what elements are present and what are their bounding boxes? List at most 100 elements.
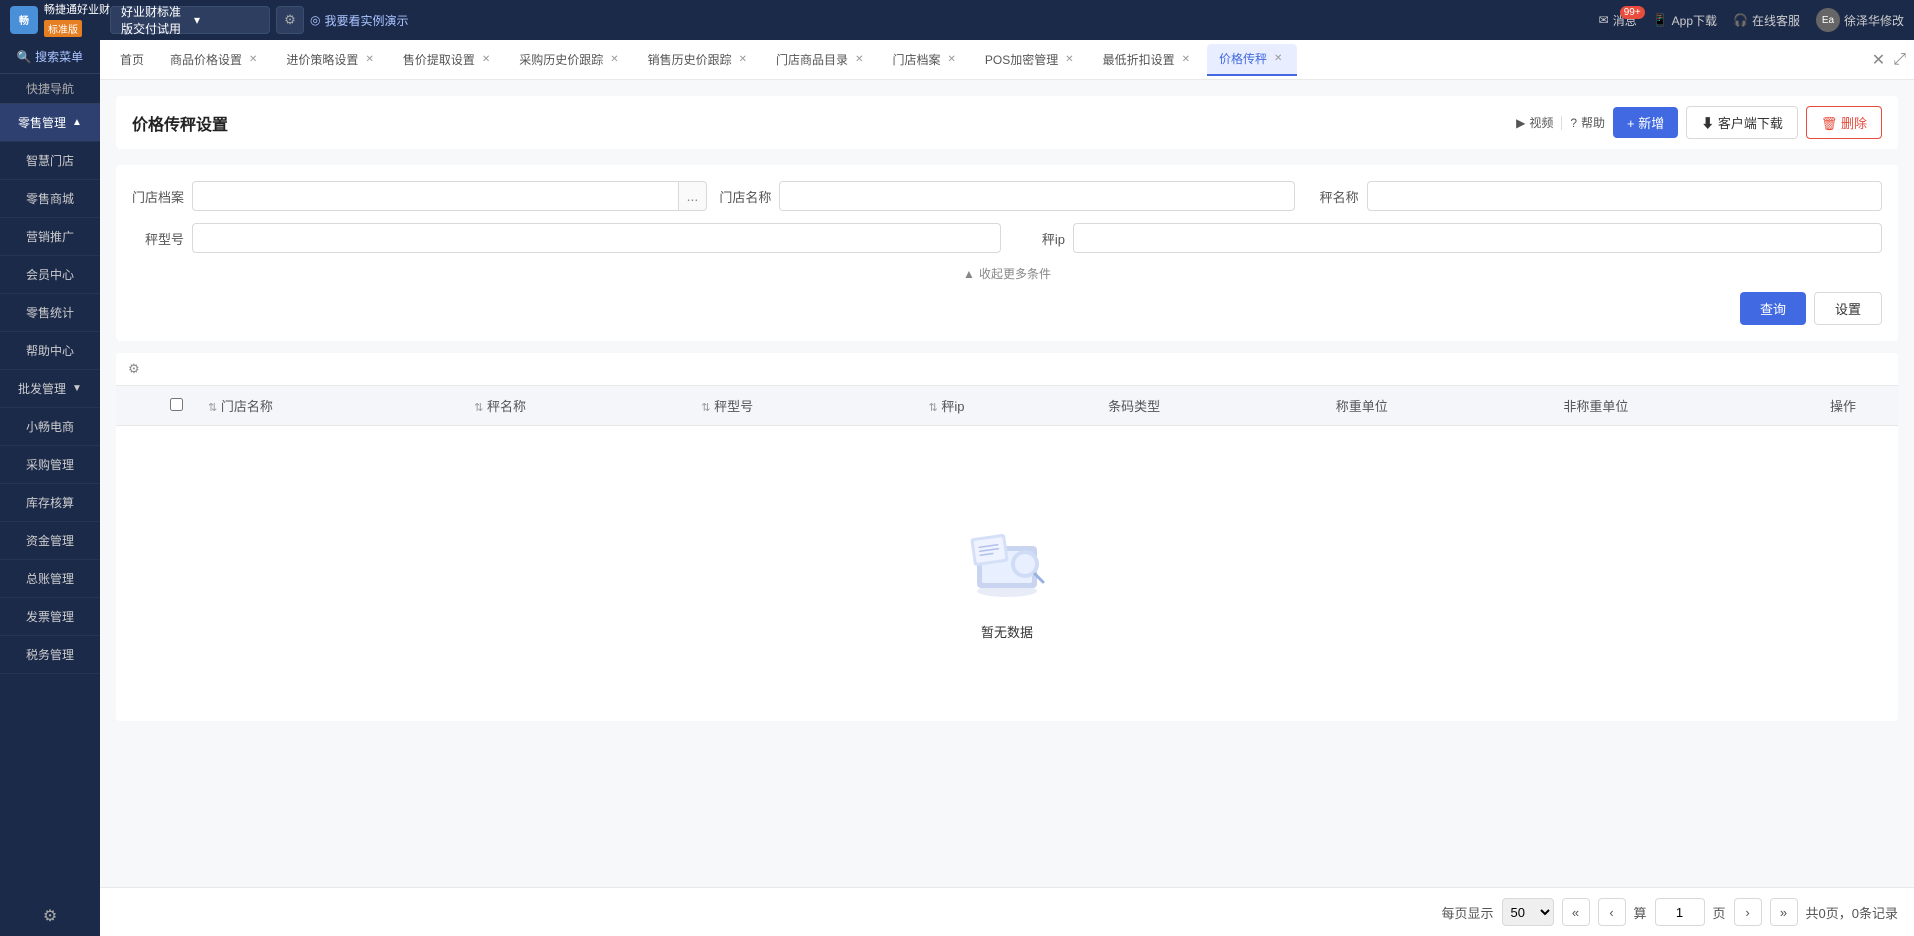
col-non-weight-unit: 非称重单位 bbox=[1551, 386, 1818, 426]
tab-pos-encrypt[interactable]: POS加密管理 ✕ bbox=[973, 44, 1089, 76]
tab-store-profile[interactable]: 门店档案 ✕ bbox=[880, 44, 970, 76]
sidebar-item-retail[interactable]: 零售管理 ▲ bbox=[0, 104, 100, 142]
tab-store-catalog[interactable]: 门店商品目录 ✕ bbox=[764, 44, 878, 76]
add-button[interactable]: + 新增 bbox=[1613, 107, 1678, 138]
tab-purchase-history[interactable]: 采购历史价跟踪 ✕ bbox=[507, 44, 633, 76]
sidebar-item-finance[interactable]: 资金管理 bbox=[0, 522, 100, 560]
tab-close-min-discount[interactable]: ✕ bbox=[1179, 53, 1193, 66]
tab-close-goods-price[interactable]: ✕ bbox=[246, 53, 260, 66]
tab-close-pos-encrypt[interactable]: ✕ bbox=[1062, 53, 1076, 66]
scale-ip-input[interactable] bbox=[1073, 223, 1882, 253]
sidebar-item-invoice[interactable]: 发票管理 bbox=[0, 598, 100, 636]
col-weight-unit-label: 称重单位 bbox=[1336, 399, 1388, 414]
sidebar-item-wholesale-label: 批发管理 bbox=[18, 380, 66, 397]
expand-tab-button[interactable]: ⤢ bbox=[1893, 51, 1906, 69]
help-link[interactable]: ? 帮助 bbox=[1570, 114, 1605, 131]
sidebar-item-inventory-label: 库存核算 bbox=[26, 494, 74, 511]
sidebar-item-retail-mall[interactable]: 零售商城 bbox=[0, 180, 100, 218]
sort-icon-ip[interactable]: ⇅ bbox=[928, 402, 937, 414]
sidebar-item-wholesale[interactable]: 批发管理 ▼ bbox=[0, 370, 100, 408]
online-service-button[interactable]: 🎧 在线客服 bbox=[1733, 12, 1800, 29]
demo-link[interactable]: ◎ 我要看实例演示 bbox=[310, 12, 409, 29]
col-scale-ip-label: 秤ip bbox=[941, 399, 964, 414]
download-button[interactable]: ⬇ 客户端下载 bbox=[1686, 106, 1798, 139]
col-barcode-type: 条码类型 bbox=[1096, 386, 1324, 426]
col-settings bbox=[116, 386, 156, 426]
sidebar-item-ledger-label: 总账管理 bbox=[26, 570, 74, 587]
sidebar-item-retail-stats[interactable]: 零售统计 bbox=[0, 294, 100, 332]
query-button[interactable]: 查询 bbox=[1740, 292, 1806, 325]
sidebar-item-help[interactable]: 帮助中心 bbox=[0, 332, 100, 370]
store-profile-dots-button[interactable]: ... bbox=[679, 181, 708, 211]
scale-name-input[interactable] bbox=[1367, 181, 1882, 211]
sidebar-item-tax[interactable]: 税务管理 bbox=[0, 636, 100, 674]
store-name-input[interactable] bbox=[779, 181, 1294, 211]
search-buttons: 查询 设置 bbox=[132, 292, 1882, 325]
tab-purchase-strategy[interactable]: 进价策略设置 ✕ bbox=[274, 44, 388, 76]
message-button[interactable]: ✉ 消息 99+ bbox=[1599, 12, 1637, 29]
page-suffix: 页 bbox=[1713, 903, 1726, 922]
store-profile-input[interactable] bbox=[192, 181, 679, 211]
tab-home[interactable]: 首页 bbox=[108, 44, 156, 76]
select-all-checkbox[interactable] bbox=[170, 398, 183, 411]
chevron-up-icon: ▲ bbox=[963, 267, 975, 281]
table-header-row: ⇅ 门店名称 ⇅ 秤名称 ⇅ 秤型号 bbox=[116, 386, 1898, 426]
tab-close-price-scale[interactable]: ✕ bbox=[1271, 52, 1285, 65]
tab-close-purchase-history[interactable]: ✕ bbox=[607, 53, 621, 66]
sort-icon-model[interactable]: ⇅ bbox=[701, 402, 710, 414]
edition-selector[interactable]: 好业财标准版交付试用 ▾ bbox=[110, 6, 270, 34]
tab-close-store-profile[interactable]: ✕ bbox=[944, 53, 958, 66]
pagination: 每页显示 50 10 20 100 « ‹ 算 页 › » 共0页，0条记录 bbox=[100, 887, 1914, 936]
store-profile-label: 门店档案 bbox=[132, 187, 184, 206]
sidebar-item-ecommerce[interactable]: 小畅电商 bbox=[0, 408, 100, 446]
sidebar-item-ledger[interactable]: 总账管理 bbox=[0, 560, 100, 598]
per-page-label: 每页显示 bbox=[1441, 903, 1493, 922]
sidebar-item-purchase[interactable]: 采购管理 bbox=[0, 446, 100, 484]
download-label: ⬇ 客户端下载 bbox=[1701, 113, 1783, 132]
tab-close-purchase-strategy[interactable]: ✕ bbox=[362, 53, 376, 66]
video-link[interactable]: ▶ 视频 bbox=[1516, 114, 1553, 131]
prev-page-button[interactable]: ‹ bbox=[1598, 898, 1626, 926]
app-download-button[interactable]: 📱 App下载 bbox=[1653, 12, 1717, 29]
scale-model-input[interactable] bbox=[192, 223, 1001, 253]
tab-sale-extract[interactable]: 售价提取设置 ✕ bbox=[391, 44, 505, 76]
tab-close-sale-history[interactable]: ✕ bbox=[736, 53, 750, 66]
user-menu[interactable]: Ea 徐泽华修改 bbox=[1816, 8, 1904, 32]
user-name: 徐泽华修改 bbox=[1844, 12, 1904, 29]
dropdown-icon: ▾ bbox=[194, 13, 259, 27]
per-page-select[interactable]: 50 10 20 100 bbox=[1502, 898, 1554, 926]
tab-close-sale-extract[interactable]: ✕ bbox=[479, 53, 493, 66]
sidebar-item-marketing[interactable]: 营销推广 bbox=[0, 218, 100, 256]
delete-button[interactable]: 🗑 删除 bbox=[1806, 106, 1882, 139]
tab-close-store-catalog[interactable]: ✕ bbox=[852, 53, 866, 66]
sidebar-item-smart-store[interactable]: 智慧门店 bbox=[0, 142, 100, 180]
sidebar-search[interactable]: 🔍 搜索菜单 bbox=[0, 40, 100, 74]
empty-text: 暂无数据 bbox=[981, 622, 1033, 641]
next-page-button[interactable]: › bbox=[1734, 898, 1762, 926]
sidebar-item-retail-stats-label: 零售统计 bbox=[26, 304, 74, 321]
tab-min-discount[interactable]: 最低折扣设置 ✕ bbox=[1091, 44, 1205, 76]
sidebar-item-retail-label: 零售管理 bbox=[18, 114, 66, 131]
tab-goods-price[interactable]: 商品价格设置 ✕ bbox=[158, 44, 272, 76]
table-container: ⚙ ⇅ 门店名称 bbox=[116, 353, 1898, 721]
sort-icon[interactable]: ⇅ bbox=[208, 402, 217, 414]
collapse-button[interactable]: ▲ 收起更多条件 bbox=[963, 265, 1051, 282]
help-icon: ? bbox=[1570, 116, 1577, 130]
sidebar-item-member[interactable]: 会员中心 bbox=[0, 256, 100, 294]
last-page-button[interactable]: » bbox=[1770, 898, 1798, 926]
edition-settings-button[interactable]: ⚙ bbox=[276, 6, 304, 34]
message-badge: 99+ bbox=[1620, 6, 1645, 19]
sidebar-item-inventory[interactable]: 库存核算 bbox=[0, 484, 100, 522]
first-page-button[interactable]: « bbox=[1562, 898, 1590, 926]
close-all-tabs-button[interactable]: ✕ bbox=[1872, 50, 1885, 70]
scale-model-label: 秤型号 bbox=[132, 229, 184, 248]
sort-icon-scale[interactable]: ⇅ bbox=[474, 402, 483, 414]
tab-price-scale[interactable]: 价格传秤 ✕ bbox=[1207, 44, 1297, 76]
main-layout: 🔍 搜索菜单 快捷导航 零售管理 ▲ 智慧门店 零售商城 营销推广 会员中心 零… bbox=[0, 40, 1914, 936]
sidebar-settings-button[interactable]: ⚙ bbox=[0, 896, 100, 936]
tab-sale-history[interactable]: 销售历史价跟踪 ✕ bbox=[636, 44, 762, 76]
table-settings-icon[interactable]: ⚙ bbox=[128, 361, 140, 377]
set-button[interactable]: 设置 bbox=[1814, 292, 1882, 325]
page-number-input[interactable] bbox=[1655, 898, 1705, 926]
sidebar-quick-nav[interactable]: 快捷导航 bbox=[0, 74, 100, 104]
